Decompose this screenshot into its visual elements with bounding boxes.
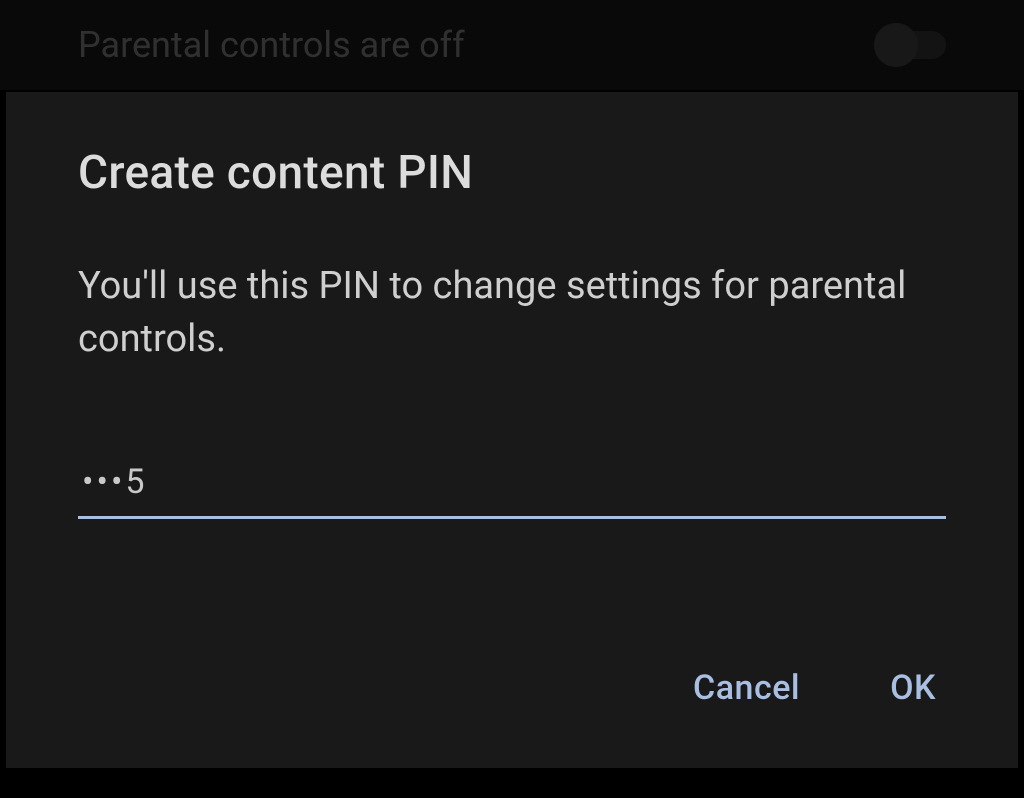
dialog-body-text: You'll use this PIN to change settings f… bbox=[78, 260, 946, 366]
dialog-title: Create content PIN bbox=[78, 146, 946, 200]
ok-button[interactable]: OK bbox=[890, 668, 936, 708]
dialog-actions: Cancel OK bbox=[78, 668, 946, 728]
create-pin-dialog: Create content PIN You'll use this PIN t… bbox=[6, 92, 1018, 768]
cancel-button[interactable]: Cancel bbox=[693, 668, 800, 708]
pin-input[interactable] bbox=[78, 456, 946, 519]
